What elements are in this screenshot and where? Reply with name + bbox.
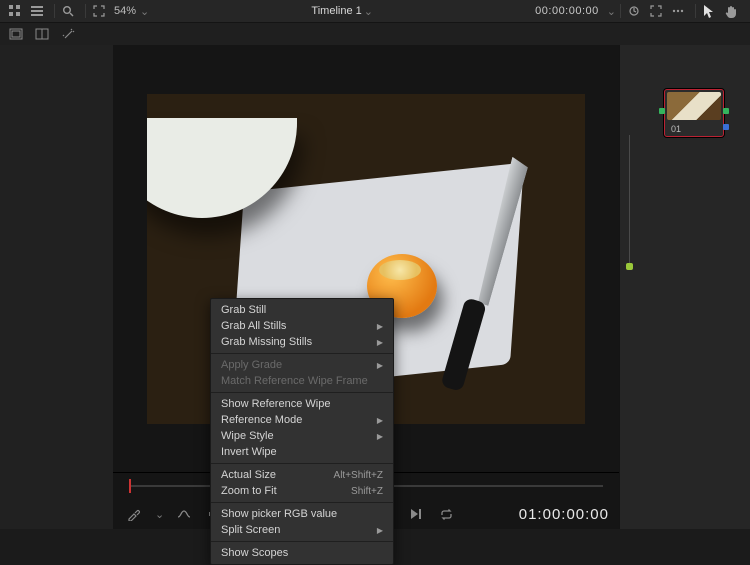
menu-item-label: Zoom to Fit (221, 485, 277, 497)
menu-item[interactable]: Actual Size Alt+Shift+Z (211, 467, 393, 483)
grid-view-icon[interactable] (6, 2, 24, 20)
node-link-line (629, 135, 630, 265)
node-key-handle[interactable] (723, 124, 729, 130)
submenu-arrow-icon: ▶ (377, 322, 383, 331)
menu-item-label: Reference Mode (221, 414, 302, 426)
menu-item-label: Show Reference Wipe (221, 398, 330, 410)
menu-item[interactable]: Invert Wipe (211, 444, 393, 460)
menu-item-label: Wipe Style (221, 430, 274, 442)
separator (85, 4, 86, 18)
menu-item[interactable]: Grab Missing Stills ▶ (211, 334, 393, 350)
menu-item[interactable]: Grab Still (211, 302, 393, 318)
node-output-handle[interactable] (723, 108, 729, 114)
menu-item[interactable]: Reference Mode ▶ (211, 412, 393, 428)
menu-item-label: Split Screen (221, 524, 280, 536)
menu-separator (211, 541, 393, 542)
top-toolbar: 54% ⌄ Timeline 1 ⌄ 00:00:00:00 ⌄ (0, 0, 750, 23)
picker-icon[interactable] (123, 505, 143, 523)
split-view-icon[interactable] (32, 25, 52, 43)
separator (695, 4, 696, 18)
menu-item: Match Reference Wipe Frame (211, 373, 393, 389)
menu-item-label: Apply Grade (221, 359, 282, 371)
chevron-down-icon[interactable]: ⌄ (155, 508, 164, 521)
wand-icon[interactable] (58, 25, 78, 43)
menu-separator (211, 463, 393, 464)
node-label: 01 (671, 124, 681, 134)
more-icon[interactable] (669, 2, 687, 20)
menu-separator (211, 353, 393, 354)
viewer-context-menu[interactable]: Grab StillGrab All Stills▶Grab Missing S… (210, 298, 394, 565)
menu-item: Apply Grade ▶ (211, 357, 393, 373)
menu-item[interactable]: Zoom to Fit Shift+Z (211, 483, 393, 499)
left-gutter (0, 45, 113, 529)
menu-item-label: Grab All Stills (221, 320, 286, 332)
next-clip-icon[interactable] (406, 505, 426, 523)
separator (54, 4, 55, 18)
submenu-arrow-icon: ▶ (377, 416, 383, 425)
list-view-icon[interactable] (28, 2, 46, 20)
status-timecode[interactable]: 01:00:00:00 (519, 506, 609, 523)
menu-item[interactable]: Show Reference Wipe (211, 396, 393, 412)
color-node[interactable]: 01 (664, 89, 724, 137)
menu-item-label: Show Scopes (221, 547, 288, 559)
node-panel[interactable]: 01 (619, 45, 750, 529)
viewer-timecode[interactable]: 00:00:00:00 (535, 5, 599, 17)
hand-tool-icon[interactable] (722, 2, 740, 20)
menu-item[interactable]: Split Screen ▶ (211, 522, 393, 538)
unmix-icon[interactable] (174, 505, 194, 523)
menu-separator (211, 502, 393, 503)
menu-item-label: Invert Wipe (221, 446, 277, 458)
zoom-value[interactable]: 54% (114, 5, 136, 17)
chevron-down-icon[interactable]: ⌄ (140, 5, 149, 18)
viewer-toolbar (0, 23, 750, 45)
search-icon[interactable] (59, 2, 77, 20)
node-input-handle[interactable] (659, 108, 665, 114)
menu-item[interactable]: Show picker RGB value (211, 506, 393, 522)
menu-item-label: Actual Size (221, 469, 276, 481)
render-cache-icon[interactable] (625, 2, 643, 20)
node-thumbnail (667, 92, 721, 120)
menu-item[interactable]: Show Scopes (211, 545, 393, 561)
chevron-down-icon[interactable]: ⌄ (607, 5, 616, 18)
expand-icon[interactable] (647, 2, 665, 20)
menu-item-label: Show picker RGB value (221, 508, 337, 520)
node-output-dot[interactable] (626, 263, 633, 270)
chevron-down-icon[interactable]: ⌄ (364, 5, 373, 18)
menu-item-shortcut: Shift+Z (351, 486, 383, 497)
submenu-arrow-icon: ▶ (377, 432, 383, 441)
menu-item-shortcut: Alt+Shift+Z (334, 470, 383, 481)
separator (620, 4, 621, 18)
submenu-arrow-icon: ▶ (377, 526, 383, 535)
menu-item-label: Grab Still (221, 304, 266, 316)
submenu-arrow-icon: ▶ (377, 361, 383, 370)
menu-item[interactable]: Wipe Style ▶ (211, 428, 393, 444)
loop-icon[interactable] (436, 505, 456, 523)
menu-separator (211, 392, 393, 393)
menu-item[interactable]: Grab All Stills ▶ (211, 318, 393, 334)
menu-item-label: Match Reference Wipe Frame (221, 375, 368, 387)
menu-item-label: Grab Missing Stills (221, 336, 312, 348)
arrow-tool-icon[interactable] (700, 2, 718, 20)
timeline-title[interactable]: Timeline 1 (311, 5, 361, 17)
highlight-icon[interactable] (6, 25, 26, 43)
fit-icon[interactable] (90, 2, 108, 20)
submenu-arrow-icon: ▶ (377, 338, 383, 347)
